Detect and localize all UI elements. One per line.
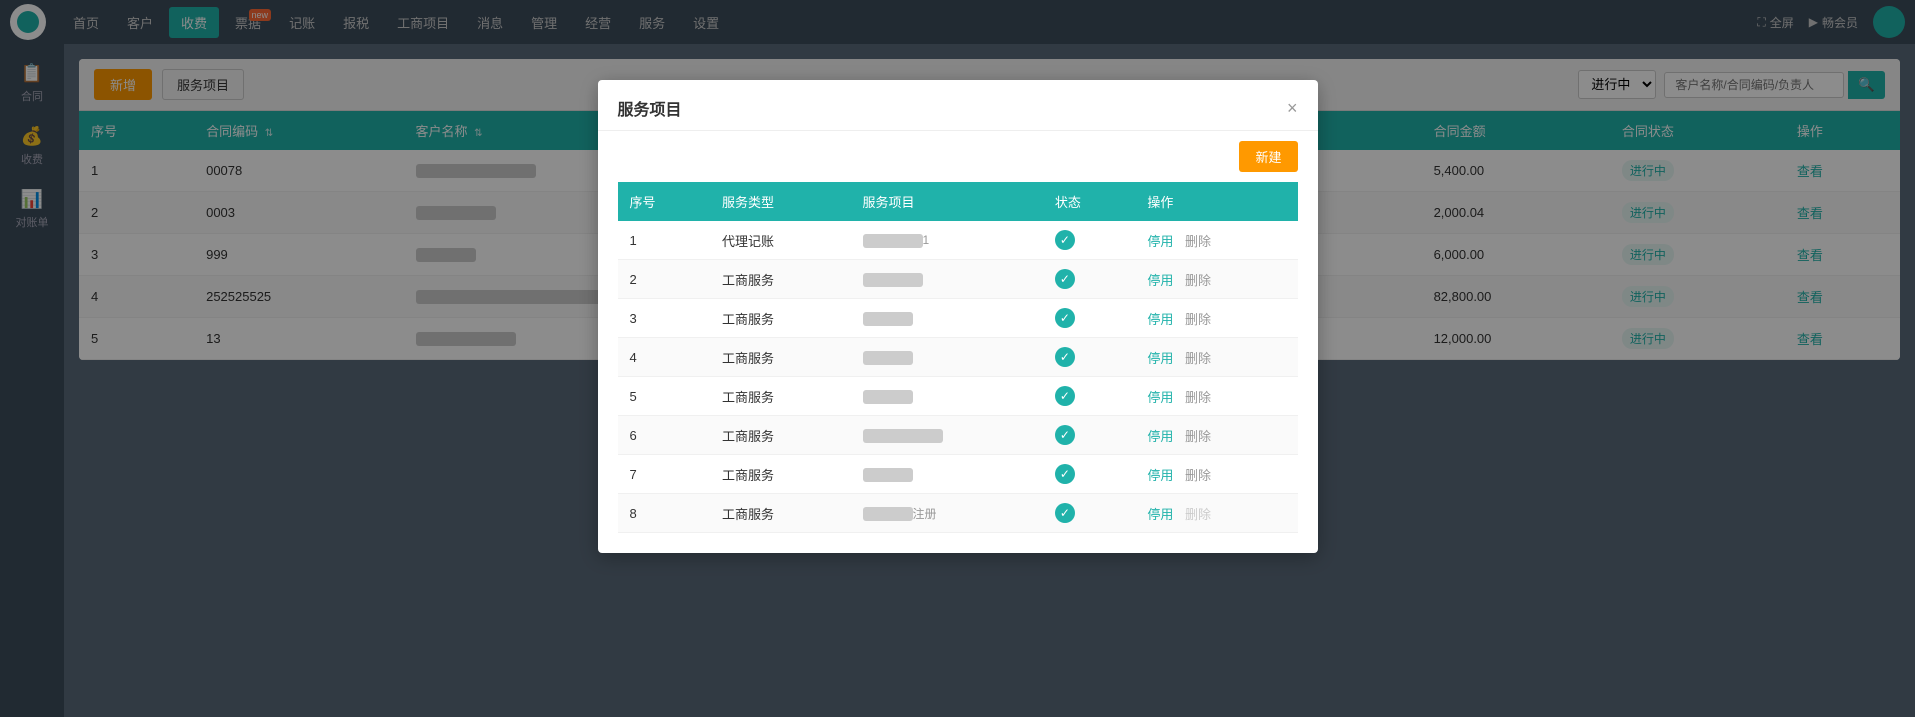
modal-cell-item (851, 455, 1043, 494)
modal-cell-item (851, 377, 1043, 416)
modal-cell-op: 停用 删除 (1135, 455, 1297, 494)
modal-table-row: 3 工商服务 ✓ 停用 删除 (618, 299, 1298, 338)
modal-cell-status: ✓ (1043, 260, 1135, 299)
modal-cell-status: ✓ (1043, 416, 1135, 455)
modal-cell-op: 停用 删除 (1135, 260, 1297, 299)
modal-cell-op: 停用 删除 (1135, 377, 1297, 416)
modal-cell-type: 工商服务 (710, 299, 851, 338)
modal-cell-item (851, 299, 1043, 338)
modal-table-row: 1 代理记账 1 ✓ 停用 删除 (618, 221, 1298, 260)
modal-table-row: 7 工商服务 ✓ 停用 删除 (618, 455, 1298, 494)
stop-button[interactable]: 停用 (1147, 507, 1173, 522)
modal-cell-status: ✓ (1043, 377, 1135, 416)
modal-cell-index: 6 (618, 416, 710, 455)
delete-button[interactable]: 删除 (1185, 390, 1211, 405)
stop-button[interactable]: 停用 (1147, 390, 1173, 405)
modal-cell-item (851, 416, 1043, 455)
delete-button[interactable]: 删除 (1185, 273, 1211, 288)
status-check-icon: ✓ (1055, 308, 1075, 328)
modal-cell-type: 工商服务 (710, 338, 851, 377)
modal-col-item: 服务项目 (851, 182, 1043, 221)
stop-button[interactable]: 停用 (1147, 468, 1173, 483)
modal-table-row: 6 工商服务 ✓ 停用 删除 (618, 416, 1298, 455)
modal-cell-index: 1 (618, 221, 710, 260)
status-check-icon: ✓ (1055, 464, 1075, 484)
main-content: 新增 服务项目 进行中 全部 已完成 已取消 🔍 序号 (64, 44, 1915, 717)
service-table: 序号 服务类型 服务项目 状态 操作 1 代理记账 1 ✓ 停用 删除 (618, 182, 1298, 533)
modal-col-index: 序号 (618, 182, 710, 221)
stop-button[interactable]: 停用 (1147, 312, 1173, 327)
modal-cell-op: 停用 删除 (1135, 416, 1297, 455)
delete-button[interactable]: 删除 (1185, 351, 1211, 366)
stop-button[interactable]: 停用 (1147, 429, 1173, 444)
modal-cell-status: ✓ (1043, 221, 1135, 260)
stop-button[interactable]: 停用 (1147, 234, 1173, 249)
modal-table-row: 4 工商服务 ✓ 停用 删除 (618, 338, 1298, 377)
status-check-icon: ✓ (1055, 269, 1075, 289)
modal-cell-op: 停用 删除 (1135, 494, 1297, 533)
modal-cell-op: 停用 删除 (1135, 338, 1297, 377)
modal-cell-type: 工商服务 (710, 455, 851, 494)
delete-button[interactable]: 删除 (1185, 507, 1211, 522)
modal-cell-type: 工商服务 (710, 377, 851, 416)
modal-cell-type: 代理记账 (710, 221, 851, 260)
modal-overlay: 服务项目 × 新建 序号 服务类型 服务项目 状态 (64, 44, 1915, 717)
stop-button[interactable]: 停用 (1147, 273, 1173, 288)
modal-cell-type: 工商服务 (710, 260, 851, 299)
modal-cell-status: ✓ (1043, 494, 1135, 533)
delete-button[interactable]: 删除 (1185, 468, 1211, 483)
modal-cell-index: 8 (618, 494, 710, 533)
modal-cell-status: ✓ (1043, 455, 1135, 494)
modal-cell-index: 7 (618, 455, 710, 494)
delete-button[interactable]: 删除 (1185, 312, 1211, 327)
service-modal: 服务项目 × 新建 序号 服务类型 服务项目 状态 (598, 80, 1318, 553)
main-layout: 📋 合同 💰 收费 📊 对账单 新增 服务项目 进行中 全部 已完成 (0, 44, 1915, 717)
modal-table-row: 2 工商服务 ✓ 停用 删除 (618, 260, 1298, 299)
modal-cell-op: 停用 删除 (1135, 221, 1297, 260)
modal-cell-index: 4 (618, 338, 710, 377)
modal-cell-status: ✓ (1043, 299, 1135, 338)
delete-button[interactable]: 删除 (1185, 234, 1211, 249)
modal-cell-index: 2 (618, 260, 710, 299)
modal-close-button[interactable]: × (1287, 99, 1298, 117)
modal-title: 服务项目 (618, 96, 682, 120)
modal-cell-type: 工商服务 (710, 494, 851, 533)
status-check-icon: ✓ (1055, 503, 1075, 523)
modal-col-type: 服务类型 (710, 182, 851, 221)
modal-col-op: 操作 (1135, 182, 1297, 221)
modal-cell-item (851, 260, 1043, 299)
status-check-icon: ✓ (1055, 347, 1075, 367)
modal-cell-item: 注册 (851, 494, 1043, 533)
status-check-icon: ✓ (1055, 425, 1075, 445)
stop-button[interactable]: 停用 (1147, 351, 1173, 366)
modal-cell-type: 工商服务 (710, 416, 851, 455)
modal-cell-item (851, 338, 1043, 377)
modal-cell-op: 停用 删除 (1135, 299, 1297, 338)
modal-cell-index: 3 (618, 299, 710, 338)
status-check-icon: ✓ (1055, 230, 1075, 250)
modal-header: 服务项目 × (598, 80, 1318, 131)
modal-cell-item: 1 (851, 221, 1043, 260)
modal-table-row: 8 工商服务 注册 ✓ 停用 删除 (618, 494, 1298, 533)
modal-cell-index: 5 (618, 377, 710, 416)
status-check-icon: ✓ (1055, 386, 1075, 406)
modal-cell-status: ✓ (1043, 338, 1135, 377)
modal-table-row: 5 工商服务 ✓ 停用 删除 (618, 377, 1298, 416)
modal-body: 序号 服务类型 服务项目 状态 操作 1 代理记账 1 ✓ 停用 删除 (598, 182, 1318, 553)
modal-col-status: 状态 (1043, 182, 1135, 221)
delete-button[interactable]: 删除 (1185, 429, 1211, 444)
modal-new-button[interactable]: 新建 (1239, 141, 1297, 172)
modal-toolbar: 新建 (598, 131, 1318, 182)
